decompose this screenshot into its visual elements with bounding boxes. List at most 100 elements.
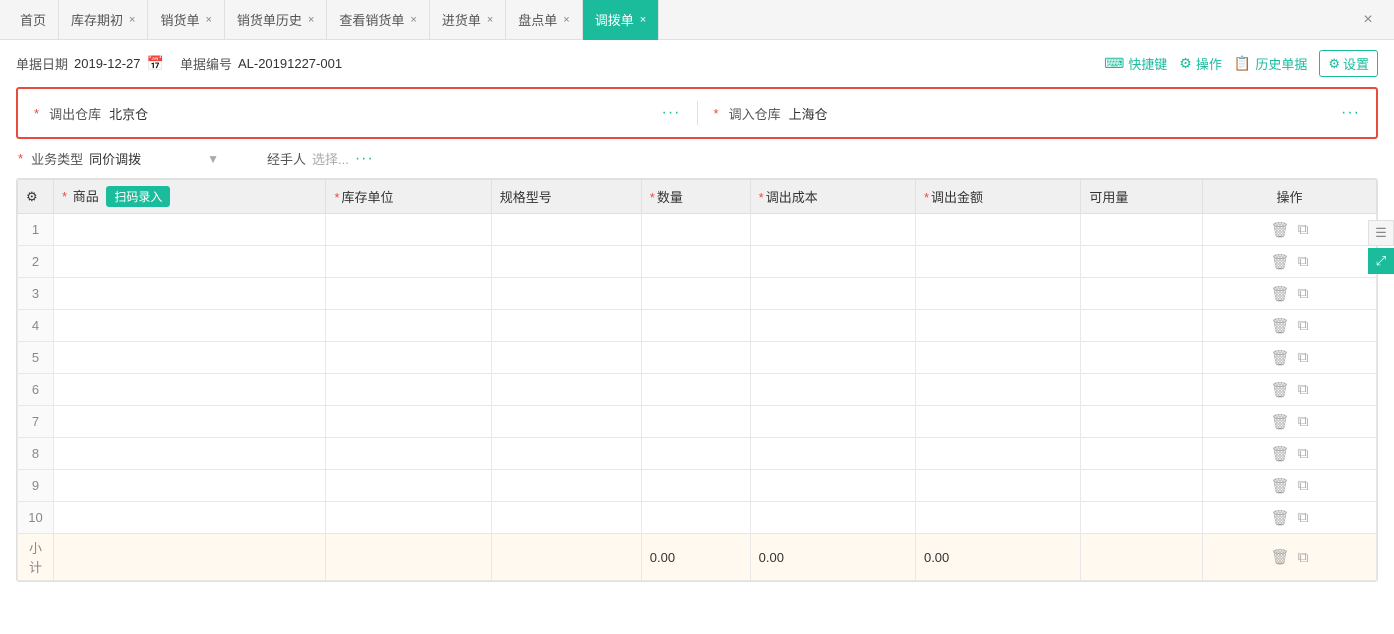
out-warehouse-more[interactable]: ··· — [662, 104, 681, 122]
cell-product[interactable] — [54, 534, 326, 581]
copy-icon[interactable]: ⧉ — [1298, 509, 1309, 526]
tab-purchase-order[interactable]: 进货单 × — [430, 0, 506, 40]
cell-available[interactable] — [1081, 406, 1203, 438]
settings-button[interactable]: ⚙ 设置 — [1319, 50, 1378, 77]
cell-unit[interactable] — [326, 470, 491, 502]
copy-icon[interactable]: ⧉ — [1298, 413, 1309, 430]
cell-spec[interactable] — [491, 470, 641, 502]
cell-transfer-amount[interactable] — [915, 310, 1080, 342]
tab-stocktake-close[interactable]: × — [563, 14, 569, 26]
cell-transfer-cost[interactable] — [750, 438, 915, 470]
cell-available[interactable] — [1081, 438, 1203, 470]
copy-icon[interactable]: ⧉ — [1298, 349, 1309, 366]
cell-available[interactable] — [1081, 342, 1203, 374]
cell-unit[interactable] — [326, 406, 491, 438]
cell-transfer-cost[interactable] — [750, 310, 915, 342]
cell-unit[interactable] — [326, 214, 491, 246]
cell-qty[interactable] — [641, 438, 750, 470]
cell-spec[interactable] — [491, 342, 641, 374]
cell-product[interactable] — [54, 278, 326, 310]
cell-transfer-cost[interactable] — [750, 278, 915, 310]
copy-icon[interactable]: ⧉ — [1298, 477, 1309, 494]
business-type-value[interactable]: 同价调拨 — [89, 149, 141, 168]
tab-inventory-init[interactable]: 库存期初 × — [59, 0, 148, 40]
handler-more[interactable]: ··· — [355, 150, 374, 168]
history-button[interactable]: 📋 历史单据 — [1234, 54, 1307, 73]
cell-transfer-cost[interactable] — [750, 342, 915, 374]
out-warehouse-value[interactable]: 北京仓 — [109, 104, 148, 123]
cell-qty[interactable] — [641, 278, 750, 310]
copy-icon[interactable]: ⧉ — [1298, 253, 1309, 270]
cell-transfer-amount[interactable] — [915, 342, 1080, 374]
cell-qty[interactable] — [641, 406, 750, 438]
copy-icon[interactable]: ⧉ — [1298, 221, 1309, 238]
cell-unit[interactable] — [326, 310, 491, 342]
cell-spec[interactable] — [491, 534, 641, 581]
tab-sales-history-close[interactable]: × — [308, 14, 314, 26]
window-close-button[interactable]: × — [1350, 2, 1386, 38]
cell-available[interactable] — [1081, 534, 1203, 581]
cell-product[interactable] — [54, 438, 326, 470]
cell-spec[interactable] — [491, 246, 641, 278]
cell-spec[interactable] — [491, 374, 641, 406]
cell-product[interactable] — [54, 214, 326, 246]
cell-available[interactable] — [1081, 278, 1203, 310]
tab-view-sales[interactable]: 查看销货单 × — [327, 0, 429, 40]
cell-spec[interactable] — [491, 502, 641, 534]
cell-unit[interactable] — [326, 374, 491, 406]
cell-available[interactable] — [1081, 502, 1203, 534]
delete-icon[interactable]: 🗑 — [1271, 413, 1290, 431]
cell-qty[interactable] — [641, 470, 750, 502]
cell-transfer-cost[interactable] — [750, 470, 915, 502]
th-gear[interactable]: ⚙ — [18, 180, 54, 214]
operations-button[interactable]: ⚙ 操作 — [1179, 54, 1222, 73]
cell-transfer-amount[interactable]: 0.00 — [915, 534, 1080, 581]
cell-unit[interactable] — [326, 438, 491, 470]
cell-available[interactable] — [1081, 214, 1203, 246]
cell-transfer-amount[interactable] — [915, 406, 1080, 438]
cell-spec[interactable] — [491, 406, 641, 438]
cell-transfer-amount[interactable] — [915, 278, 1080, 310]
cell-qty[interactable] — [641, 310, 750, 342]
business-type-dropdown-icon[interactable]: ▼ — [207, 152, 219, 166]
delete-icon[interactable]: 🗑 — [1271, 445, 1290, 463]
copy-icon[interactable]: ⧉ — [1298, 285, 1309, 302]
cell-available[interactable] — [1081, 310, 1203, 342]
tab-sales-history[interactable]: 销货单历史 × — [225, 0, 327, 40]
cell-transfer-cost[interactable]: 0.00 — [750, 534, 915, 581]
in-warehouse-value[interactable]: 上海仓 — [789, 104, 828, 123]
delete-icon[interactable]: 🗑 — [1271, 548, 1290, 566]
tab-view-sales-close[interactable]: × — [410, 14, 416, 26]
copy-icon[interactable]: ⧉ — [1298, 549, 1309, 566]
handler-input[interactable]: 选择... — [312, 149, 349, 168]
cell-product[interactable] — [54, 310, 326, 342]
date-value[interactable]: 2019-12-27 — [74, 56, 141, 71]
right-panel-expand-icon[interactable]: ⤢ — [1368, 248, 1394, 274]
cell-qty[interactable]: 0.00 — [641, 534, 750, 581]
in-warehouse-more[interactable]: ··· — [1341, 104, 1360, 122]
cell-product[interactable] — [54, 246, 326, 278]
copy-icon[interactable]: ⧉ — [1298, 445, 1309, 462]
cell-unit[interactable] — [326, 502, 491, 534]
cell-transfer-amount[interactable] — [915, 246, 1080, 278]
cell-transfer-cost[interactable] — [750, 374, 915, 406]
cell-unit[interactable] — [326, 278, 491, 310]
cell-unit[interactable] — [326, 534, 491, 581]
tab-sales-order-close[interactable]: × — [205, 14, 211, 26]
cell-product[interactable] — [54, 342, 326, 374]
cell-transfer-amount[interactable] — [915, 214, 1080, 246]
tab-transfer[interactable]: 调拨单 × — [583, 0, 659, 40]
cell-available[interactable] — [1081, 246, 1203, 278]
delete-icon[interactable]: 🗑 — [1271, 285, 1290, 303]
delete-icon[interactable]: 🗑 — [1271, 253, 1290, 271]
cell-transfer-cost[interactable] — [750, 246, 915, 278]
shortcuts-button[interactable]: ⌨ 快捷键 — [1104, 54, 1167, 73]
cell-transfer-cost[interactable] — [750, 406, 915, 438]
cell-available[interactable] — [1081, 374, 1203, 406]
cell-unit[interactable] — [326, 246, 491, 278]
copy-icon[interactable]: ⧉ — [1298, 317, 1309, 334]
cell-transfer-amount[interactable] — [915, 470, 1080, 502]
cell-transfer-amount[interactable] — [915, 374, 1080, 406]
cell-unit[interactable] — [326, 342, 491, 374]
delete-icon[interactable]: 🗑 — [1271, 221, 1290, 239]
